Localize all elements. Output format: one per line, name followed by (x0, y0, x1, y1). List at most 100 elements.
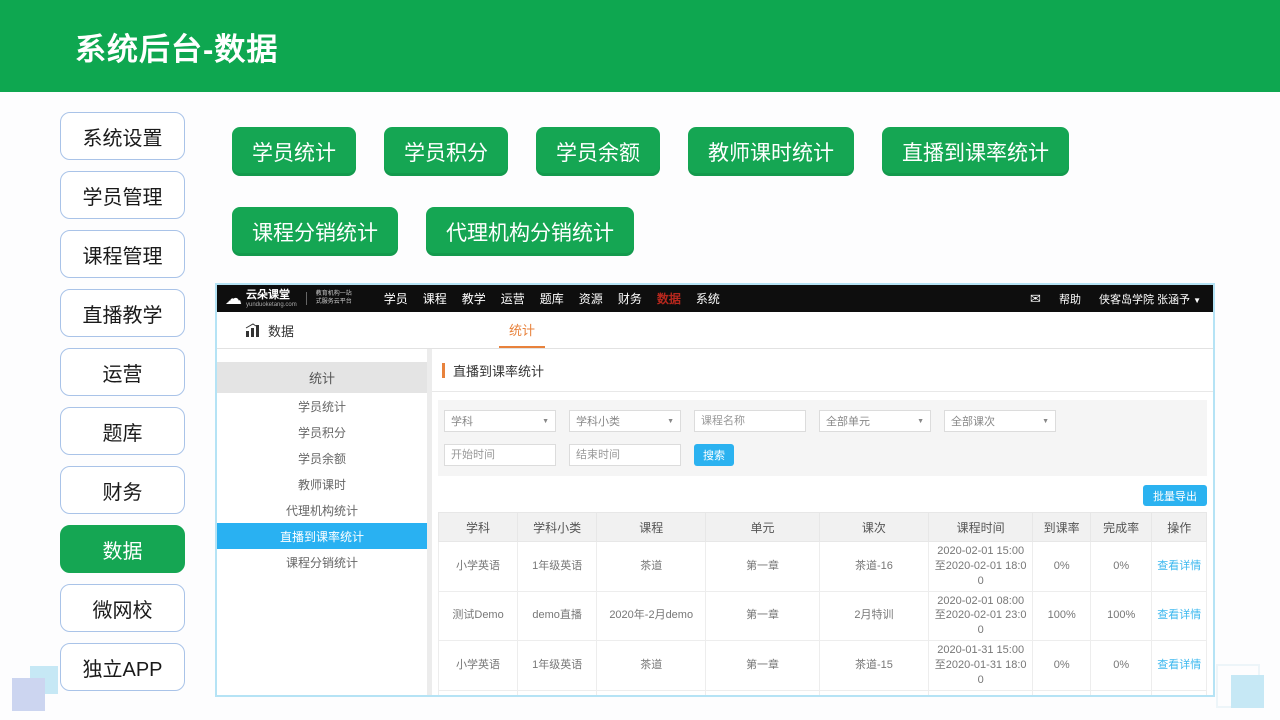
table-cell: 2020-01-31 09:00至2020-01-31 18:00 (928, 690, 1032, 695)
nav-item[interactable]: 学员 (384, 290, 408, 307)
tab-statistics[interactable]: 统计 (499, 312, 545, 348)
admin-nav-menu: 学员课程教学运营题库资源财务数据系统 (384, 290, 720, 307)
table-cell: 0% (1033, 641, 1091, 691)
table-cell: 0% (1033, 690, 1091, 695)
view-detail-link[interactable]: 查看详情 (1157, 560, 1201, 572)
table-cell: 100% (1090, 591, 1151, 641)
unit-select[interactable]: 全部单元▼ (819, 410, 931, 432)
quick-button[interactable]: 直播到课率统计 (882, 127, 1069, 176)
sidebar-item-7[interactable]: 数据 (60, 525, 185, 573)
stat-sidebar-item[interactable]: 教师课时 (217, 471, 427, 497)
table-cell: 第一章 (706, 690, 820, 695)
table-row: 小学英语1年级英语茶道第一章茶道-162020-02-01 15:00至2020… (439, 542, 1207, 592)
subject-select[interactable]: 学科▼ (444, 410, 556, 432)
nav-item[interactable]: 资源 (579, 290, 603, 307)
quick-button[interactable]: 学员余额 (536, 127, 660, 176)
stat-sidebar-item[interactable]: 学员余额 (217, 445, 427, 471)
sidebar-item-9[interactable]: 独立APP (60, 643, 185, 691)
help-link[interactable]: 帮助 (1059, 291, 1081, 307)
stat-sidebar-item[interactable]: 学员积分 (217, 419, 427, 445)
table-cell: 小学英语 (439, 641, 518, 691)
bar-chart-icon (245, 323, 261, 337)
table-cell: 茶道-16 (819, 542, 928, 592)
course-name-input[interactable] (694, 410, 806, 432)
lesson-select[interactable]: 全部课次▼ (944, 410, 1056, 432)
table-cell: 0% (1033, 542, 1091, 592)
table-cell: 第一章 (706, 641, 820, 691)
nav-item[interactable]: 题库 (540, 290, 564, 307)
column-header: 课次 (819, 513, 928, 542)
page-banner: 系统后台-数据 (0, 0, 1280, 92)
table-cell-action: 查看详情 (1152, 591, 1207, 641)
nav-item[interactable]: 教学 (462, 290, 486, 307)
mail-icon[interactable]: ✉ (1030, 291, 1041, 307)
attendance-table: 学科学科小类课程单元课次课程时间到课率完成率操作小学英语1年级英语茶道第一章茶道… (438, 512, 1207, 695)
column-header: 学科 (439, 513, 518, 542)
table-cell-action: 查看详情 (1152, 690, 1207, 695)
table-cell: demo直播 (518, 591, 597, 641)
brand-tagline: 教育机构一站 式服务云平台 (316, 291, 352, 307)
nav-item[interactable]: 系统 (696, 290, 720, 307)
quick-button[interactable]: 学员积分 (384, 127, 508, 176)
table-cell: 寒假辅导 (597, 690, 706, 695)
table-cell: 第一章 (706, 591, 820, 641)
column-header: 课程时间 (928, 513, 1032, 542)
table-cell: 0% (1090, 542, 1151, 592)
nav-item[interactable]: 数据 (657, 290, 681, 307)
caret-down-icon: ▼ (542, 418, 549, 425)
account-menu[interactable]: 侠客岛学院 张涵予 ▼ (1099, 291, 1201, 307)
admin-navbar: ☁ 云朵课堂 yunduoketang.com 教育机构一站 式服务云平台 学员… (217, 285, 1213, 312)
nav-item[interactable]: 财务 (618, 290, 642, 307)
page: 系统后台-数据 系统设置学员管理课程管理直播教学运营题库财务数据微网校独立APP… (0, 0, 1280, 720)
stat-sidebar-item[interactable]: 直播到课率统计 (217, 523, 427, 549)
sidebar-item-2[interactable]: 课程管理 (60, 230, 185, 278)
cloud-logo-icon: ☁ (225, 290, 242, 307)
caret-down-icon: ▼ (917, 418, 924, 425)
sidebar-item-8[interactable]: 微网校 (60, 584, 185, 632)
stat-sidebar-item[interactable]: 代理机构统计 (217, 497, 427, 523)
column-header: 完成率 (1090, 513, 1151, 542)
admin-subheader: 数据 统计 (217, 312, 1213, 349)
sidebar-item-6[interactable]: 财务 (60, 466, 185, 514)
table-cell: 测试Demo (439, 591, 518, 641)
subject-subcategory-select[interactable]: 学科小类▼ (569, 410, 681, 432)
table-cell: 2020年-2月demo (597, 591, 706, 641)
nav-item[interactable]: 课程 (423, 290, 447, 307)
view-detail-link[interactable]: 查看详情 (1157, 659, 1201, 671)
sidebar-item-4[interactable]: 运营 (60, 348, 185, 396)
table-cell: 1年级英语 (518, 690, 597, 695)
sidebar-item-3[interactable]: 直播教学 (60, 289, 185, 337)
filter-row-2: 搜索 (442, 444, 1203, 466)
section-label: 数据 (245, 321, 294, 340)
decor-square-bottom-left-lavender (12, 678, 45, 711)
table-cell: 2020-02-01 08:00至2020-02-01 23:00 (928, 591, 1032, 641)
nav-item[interactable]: 运营 (501, 290, 525, 307)
table-cell: 1年级英语 (518, 542, 597, 592)
sidebar-item-5[interactable]: 题库 (60, 407, 185, 455)
view-detail-link[interactable]: 查看详情 (1157, 609, 1201, 621)
quick-button[interactable]: 学员统计 (232, 127, 356, 176)
quick-buttons-row-2: 课程分销统计代理机构分销统计 (232, 207, 634, 256)
embedded-admin-screenshot: ☁ 云朵课堂 yunduoketang.com 教育机构一站 式服务云平台 学员… (215, 283, 1215, 697)
table-cell: 2020-02-01 15:00至2020-02-01 18:00 (928, 542, 1032, 592)
column-header: 操作 (1152, 513, 1207, 542)
batch-export-button[interactable]: 批量导出 (1143, 485, 1207, 506)
sidebar-item-1[interactable]: 学员管理 (60, 171, 185, 219)
stat-sidebar-item[interactable]: 课程分销统计 (217, 549, 427, 575)
filter-area: 学科▼ 学科小类▼ 全部单元▼ 全部课次▼ (438, 400, 1207, 476)
table-cell: 寒假辅导-5 (819, 690, 928, 695)
search-button[interactable]: 搜索 (694, 444, 734, 466)
quick-button[interactable]: 教师课时统计 (688, 127, 854, 176)
table-cell: 100% (1033, 591, 1091, 641)
sidebar-item-0[interactable]: 系统设置 (60, 112, 185, 160)
end-time-input[interactable] (569, 444, 681, 466)
table-cell: 茶道 (597, 641, 706, 691)
brand-name: 云朵课堂 (246, 289, 297, 301)
quick-button[interactable]: 课程分销统计 (232, 207, 398, 256)
table-cell: 茶道 (597, 542, 706, 592)
start-time-input[interactable] (444, 444, 556, 466)
left-sidebar: 系统设置学员管理课程管理直播教学运营题库财务数据微网校独立APP (60, 112, 185, 691)
stat-sidebar-item[interactable]: 学员统计 (217, 393, 427, 419)
column-header: 单元 (706, 513, 820, 542)
quick-button[interactable]: 代理机构分销统计 (426, 207, 634, 256)
